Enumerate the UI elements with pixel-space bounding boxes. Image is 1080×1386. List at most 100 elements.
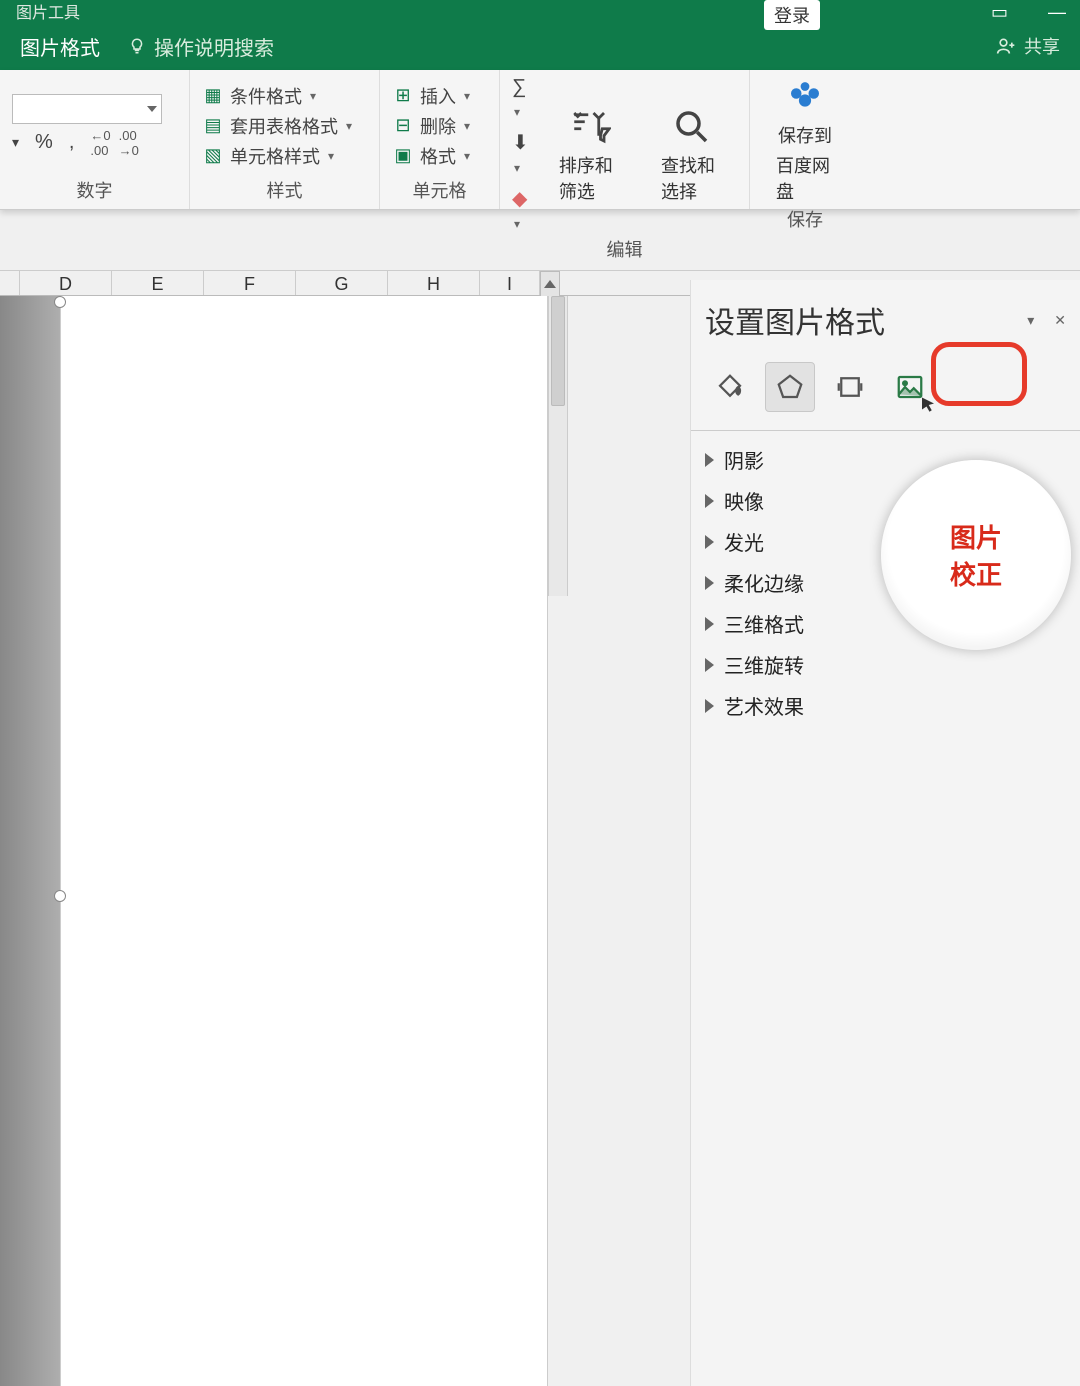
col-header[interactable]: H xyxy=(388,271,480,295)
currency-icon[interactable]: ▾ xyxy=(12,134,19,151)
tab-picture-format[interactable]: 图片格式 xyxy=(20,32,100,61)
percent-button[interactable]: % xyxy=(35,131,53,154)
effect-reflection[interactable]: 映像 xyxy=(705,486,1066,515)
pane-close-icon[interactable]: ✕ xyxy=(1054,312,1066,329)
save-baidu-l1: 保存到 xyxy=(778,122,832,148)
save-baidu-l2: 百度网盘 xyxy=(776,152,834,204)
sort-filter-icon xyxy=(569,106,611,148)
format-button[interactable]: ▣ 格式▾ xyxy=(392,143,487,169)
row-header-edge xyxy=(0,271,20,295)
group-number-label: 数字 xyxy=(12,175,177,207)
comma-button[interactable]: , xyxy=(69,131,75,154)
ribbon: ▾ % , ←0.00 .00→0 数字 ▦ 条件格式▾ ▤ 套用表格格式▾ ▧ xyxy=(0,70,1080,210)
expand-icon xyxy=(705,494,714,508)
effect-label: 阴影 xyxy=(724,445,764,474)
share-button[interactable]: 共享 xyxy=(996,33,1060,59)
worksheet-area: D E F G H I 设置图片格式 ▾ ✕ xyxy=(0,210,1080,1386)
col-header[interactable]: E xyxy=(112,271,204,295)
minimize-icon[interactable]: — xyxy=(1048,2,1066,23)
effect-glow[interactable]: 发光 xyxy=(705,527,1066,556)
expand-icon xyxy=(705,658,714,672)
expand-icon xyxy=(705,617,714,631)
tell-me-search[interactable]: 操作说明搜索 xyxy=(128,32,274,61)
selection-handle[interactable] xyxy=(54,890,66,902)
save-baidu-button[interactable]: 保存到 百度网盘 xyxy=(762,76,848,204)
delete-icon: ⊟ xyxy=(392,116,414,136)
worksheet-canvas[interactable] xyxy=(60,296,548,1386)
group-styles-label: 样式 xyxy=(202,175,367,207)
find-select-button[interactable]: 查找和选择 xyxy=(647,106,737,204)
pane-dropdown-icon[interactable]: ▾ xyxy=(1027,312,1034,329)
group-cells: ⊞ 插入▾ ⊟ 删除▾ ▣ 格式▾ 单元格 xyxy=(380,70,500,209)
window-buttons: ▭ — xyxy=(977,0,1080,25)
share-icon xyxy=(996,36,1016,56)
find-select-label: 查找和选择 xyxy=(661,152,723,204)
ribbon-tabs: 图片格式 操作说明搜索 共享 xyxy=(0,22,1080,70)
effect-3d-rotation[interactable]: 三维旋转 xyxy=(705,650,1066,679)
scrollbar-thumb[interactable] xyxy=(551,296,565,406)
increase-decimal-button[interactable]: ←0.00 xyxy=(90,128,110,158)
format-label: 格式 xyxy=(420,143,456,169)
effect-label: 柔化边缘 xyxy=(724,568,804,597)
delete-button[interactable]: ⊟ 删除▾ xyxy=(392,113,487,139)
delete-label: 删除 xyxy=(420,113,456,139)
sort-filter-label: 排序和筛选 xyxy=(559,152,621,204)
size-icon xyxy=(835,372,865,402)
pane-title: 设置图片格式 xyxy=(705,298,885,342)
fill-button[interactable]: ⬇ ▾ xyxy=(512,130,533,178)
sort-filter-button[interactable]: 排序和筛选 xyxy=(545,106,635,204)
conditional-format-button[interactable]: ▦ 条件格式▾ xyxy=(202,83,367,109)
decrease-decimal-button[interactable]: .00→0 xyxy=(119,128,139,158)
effect-label: 三维旋转 xyxy=(724,650,804,679)
scroll-up-button[interactable] xyxy=(540,271,560,297)
format-icon: ▣ xyxy=(392,146,414,166)
cell-styles-label: 单元格样式 xyxy=(230,143,320,169)
effect-label: 艺术效果 xyxy=(724,691,804,720)
table-format-label: 套用表格格式 xyxy=(230,113,338,139)
title-bar: 图片工具 登录 ▭ — xyxy=(0,0,1080,22)
tab-picture[interactable] xyxy=(885,362,935,412)
conditional-format-icon: ▦ xyxy=(202,86,224,106)
col-header[interactable]: I xyxy=(480,271,540,295)
expand-icon xyxy=(705,576,714,590)
tell-me-label: 操作说明搜索 xyxy=(154,32,274,61)
autosum-button[interactable]: ∑ ▾ xyxy=(512,76,533,122)
col-header[interactable]: G xyxy=(296,271,388,295)
tab-size[interactable] xyxy=(825,362,875,412)
group-editing: ∑ ▾ ⬇ ▾ ◆ ▾ 排序和筛选 查找和选择 编辑 xyxy=(500,70,750,209)
insert-label: 插入 xyxy=(420,83,456,109)
lightbulb-icon xyxy=(128,37,146,55)
group-styles: ▦ 条件格式▾ ▤ 套用表格格式▾ ▧ 单元格样式▾ 样式 xyxy=(190,70,380,209)
context-tab-label: 图片工具 xyxy=(16,0,80,23)
cell-styles-button[interactable]: ▧ 单元格样式▾ xyxy=(202,143,367,169)
expand-icon xyxy=(705,453,714,467)
effect-artistic[interactable]: 艺术效果 xyxy=(705,691,1066,720)
effect-3d-format[interactable]: 三维格式 xyxy=(705,609,1066,638)
baidu-cloud-icon xyxy=(784,76,826,118)
share-label: 共享 xyxy=(1024,33,1060,59)
ribbon-options-icon[interactable]: ▭ xyxy=(991,2,1008,23)
expand-icon xyxy=(705,535,714,549)
group-cells-label: 单元格 xyxy=(392,175,487,207)
insert-button[interactable]: ⊞ 插入▾ xyxy=(392,83,487,109)
tab-effects[interactable] xyxy=(765,362,815,412)
tab-fill-line[interactable] xyxy=(705,362,755,412)
cursor-icon xyxy=(919,396,937,414)
pane-category-tabs xyxy=(705,362,1066,412)
col-header[interactable]: F xyxy=(204,271,296,295)
col-header[interactable]: D xyxy=(20,271,112,295)
effect-label: 发光 xyxy=(724,527,764,556)
insert-icon: ⊞ xyxy=(392,86,414,106)
login-button[interactable]: 登录 xyxy=(764,0,820,30)
format-picture-pane: 设置图片格式 ▾ ✕ 阴影 映像 发光 xyxy=(690,280,1080,1386)
table-format-icon: ▤ xyxy=(202,116,224,136)
effect-shadow[interactable]: 阴影 xyxy=(705,445,1066,474)
group-save: 保存到 百度网盘 保存 xyxy=(750,70,860,209)
effect-soft-edges[interactable]: 柔化边缘 xyxy=(705,568,1066,597)
conditional-format-label: 条件格式 xyxy=(230,83,302,109)
vertical-scrollbar[interactable] xyxy=(548,296,568,596)
number-format-combo[interactable] xyxy=(12,94,162,124)
table-format-button[interactable]: ▤ 套用表格格式▾ xyxy=(202,113,367,139)
selection-handle[interactable] xyxy=(54,296,66,308)
effect-label: 映像 xyxy=(724,486,764,515)
